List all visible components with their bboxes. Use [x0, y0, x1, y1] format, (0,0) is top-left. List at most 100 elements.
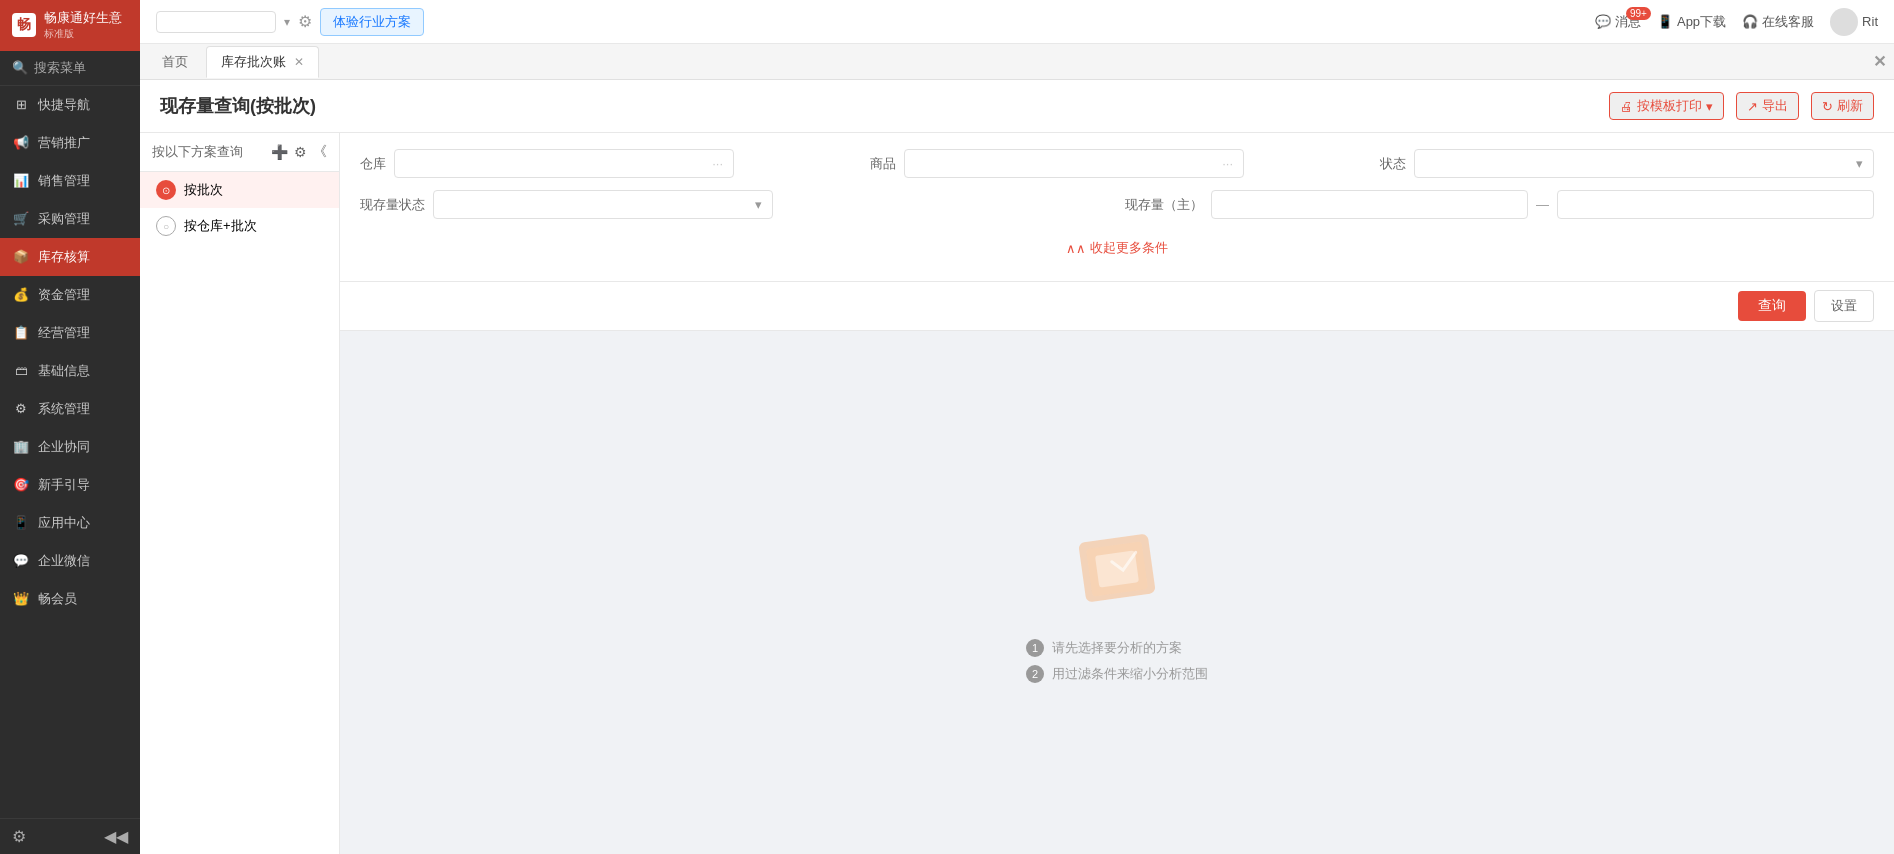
status-select[interactable]: ▾: [1414, 149, 1874, 178]
sidebar-search-label: 搜索菜单: [34, 59, 86, 77]
scheme-by-warehouse-batch-label: 按仓库+批次: [184, 217, 257, 235]
collapse-more-btn[interactable]: ∧∧ 收起更多条件: [360, 231, 1874, 265]
sidebar-item-vip[interactable]: 👑 畅会员: [0, 580, 140, 618]
settings-footer-icon[interactable]: ⚙: [12, 827, 26, 846]
sidebar-item-app-center[interactable]: 📱 应用中心: [0, 504, 140, 542]
enterprise-icon: 🏢: [12, 438, 30, 456]
sidebar-item-wechat[interactable]: 💬 企业微信: [0, 542, 140, 580]
sidebar-item-label: 畅会员: [38, 590, 77, 608]
app-logo: 畅: [12, 13, 36, 37]
refresh-icon: ↻: [1822, 99, 1833, 114]
app-center-icon: 📱: [12, 514, 30, 532]
sidebar-item-purchase[interactable]: 🛒 采购管理: [0, 200, 140, 238]
status-chevron-icon: ▾: [1856, 156, 1863, 171]
topbar-search-input[interactable]: [156, 11, 276, 33]
tab-close-icon[interactable]: ✕: [294, 55, 304, 69]
warehouse-ellipsis[interactable]: ···: [712, 156, 723, 171]
warehouse-filter: 仓库 ···: [360, 149, 854, 178]
operations-icon: 📋: [12, 324, 30, 342]
phone-icon: 📱: [1657, 14, 1673, 29]
guide-icon: 🎯: [12, 476, 30, 494]
marketing-icon: 📢: [12, 134, 30, 152]
tab-home[interactable]: 首页: [148, 47, 202, 77]
sidebar-item-quick-nav[interactable]: ⊞ 快捷导航: [0, 86, 140, 124]
action-row: 查询 设置: [340, 282, 1894, 331]
stock-qty-dash: —: [1536, 197, 1549, 212]
sidebar-item-base[interactable]: 🗃 基础信息: [0, 352, 140, 390]
sidebar-item-operations[interactable]: 📋 经营管理: [0, 314, 140, 352]
app-name-block: 畅康通好生意 标准版: [44, 10, 122, 41]
message-icon: 💬: [1595, 14, 1611, 29]
user-action[interactable]: Rit: [1830, 8, 1878, 36]
stock-qty-from[interactable]: [1211, 190, 1528, 219]
scheme-item-by-warehouse-batch[interactable]: ○ 按仓库+批次: [140, 208, 339, 244]
scheme-item-by-batch[interactable]: ⊙ 按批次: [140, 172, 339, 208]
trial-button[interactable]: 体验行业方案: [320, 8, 424, 36]
warehouse-input[interactable]: ···: [394, 149, 734, 178]
collapse-sidebar-icon[interactable]: ◀◀: [104, 827, 128, 846]
product-input[interactable]: ···: [904, 149, 1244, 178]
message-badge: 99+: [1626, 7, 1651, 20]
sidebar-item-label: 资金管理: [38, 286, 90, 304]
sidebar: 畅 畅康通好生意 标准版 🔍 搜索菜单 ⊞ 快捷导航 📢 营销推广 📊 销售管理…: [0, 0, 140, 854]
stock-status-chevron-icon: ▾: [755, 197, 762, 212]
base-icon: 🗃: [12, 362, 30, 380]
sidebar-item-marketing[interactable]: 📢 营销推广: [0, 124, 140, 162]
collapse-up-icon: ∧∧: [1066, 241, 1086, 256]
filter-area: 仓库 ··· 商品 ···: [340, 133, 1894, 282]
topbar-gear-icon[interactable]: ⚙: [298, 12, 312, 31]
topbar-left: ▾ ⚙ 体验行业方案: [156, 8, 1583, 36]
sidebar-item-finance[interactable]: 💰 资金管理: [0, 276, 140, 314]
settings-button[interactable]: 设置: [1814, 290, 1874, 322]
left-panel-header: 按以下方案查询 ➕ ⚙ 《: [140, 133, 339, 172]
query-button[interactable]: 查询: [1738, 291, 1806, 321]
stock-status-label: 现存量状态: [360, 196, 425, 214]
export-icon: ↗: [1747, 99, 1758, 114]
sidebar-item-system[interactable]: ⚙ 系统管理: [0, 390, 140, 428]
content-area: 按以下方案查询 ➕ ⚙ 《 ⊙ 按批次 ○ 按仓库+批次: [140, 133, 1894, 854]
filter-row-1: 仓库 ··· 商品 ···: [360, 149, 1874, 178]
inventory-icon: 📦: [12, 248, 30, 266]
sidebar-item-guide[interactable]: 🎯 新手引导: [0, 466, 140, 504]
stock-qty-to[interactable]: [1557, 190, 1874, 219]
system-icon: ⚙: [12, 400, 30, 418]
scheme-settings-icon[interactable]: ⚙: [294, 144, 307, 160]
stock-status-filter: 现存量状态 ▾: [360, 190, 1109, 219]
sidebar-item-enterprise[interactable]: 🏢 企业协同: [0, 428, 140, 466]
sidebar-item-sales[interactable]: 📊 销售管理: [0, 162, 140, 200]
export-button[interactable]: ↗ 导出: [1736, 92, 1799, 120]
add-scheme-icon[interactable]: ➕: [271, 144, 288, 160]
sidebar-item-inventory[interactable]: 📦 库存核算: [0, 238, 140, 276]
empty-svg: [1057, 503, 1177, 623]
topbar-chevron-icon[interactable]: ▾: [284, 15, 290, 29]
sidebar-item-label: 应用中心: [38, 514, 90, 532]
sidebar-item-label: 营销推广: [38, 134, 90, 152]
avatar: [1830, 8, 1858, 36]
collapse-left-icon[interactable]: 《: [313, 143, 327, 161]
main-area: ▾ ⚙ 体验行业方案 💬 消息 99+ 📱 App下载 🎧 在线客服 Rit: [140, 0, 1894, 854]
page-header: 现存量查询(按批次) 🖨 按模板打印 ▾ ↗ 导出 ↻ 刷新: [140, 80, 1894, 133]
stock-qty-filter: 现存量（主） —: [1125, 190, 1874, 219]
sidebar-item-label: 新手引导: [38, 476, 90, 494]
scheme-active-icon: ⊙: [156, 180, 176, 200]
search-icon: 🔍: [12, 60, 28, 75]
stock-status-select[interactable]: ▾: [433, 190, 773, 219]
product-ellipsis[interactable]: ···: [1222, 156, 1233, 171]
app-download-action[interactable]: 📱 App下载: [1657, 13, 1726, 31]
message-action[interactable]: 💬 消息 99+: [1595, 13, 1641, 31]
sidebar-search[interactable]: 🔍 搜索菜单: [0, 51, 140, 86]
headset-icon: 🎧: [1742, 14, 1758, 29]
finance-icon: 💰: [12, 286, 30, 304]
quick-nav-icon: ⊞: [12, 96, 30, 114]
vip-icon: 👑: [12, 590, 30, 608]
close-page-icon[interactable]: ✕: [1873, 52, 1886, 71]
tab-inventory-batch[interactable]: 库存批次账 ✕: [206, 46, 319, 78]
stock-qty-range: —: [1211, 190, 1874, 219]
right-panel: 仓库 ··· 商品 ···: [340, 133, 1894, 854]
sidebar-item-label: 库存核算: [38, 248, 90, 266]
scheme-outline-icon: ○: [156, 216, 176, 236]
refresh-button[interactable]: ↻ 刷新: [1811, 92, 1874, 120]
print-button[interactable]: 🖨 按模板打印 ▾: [1609, 92, 1724, 120]
online-service-action[interactable]: 🎧 在线客服: [1742, 13, 1814, 31]
empty-hints: 1 请先选择要分析的方案 2 用过滤条件来缩小分析范围: [1026, 639, 1208, 683]
